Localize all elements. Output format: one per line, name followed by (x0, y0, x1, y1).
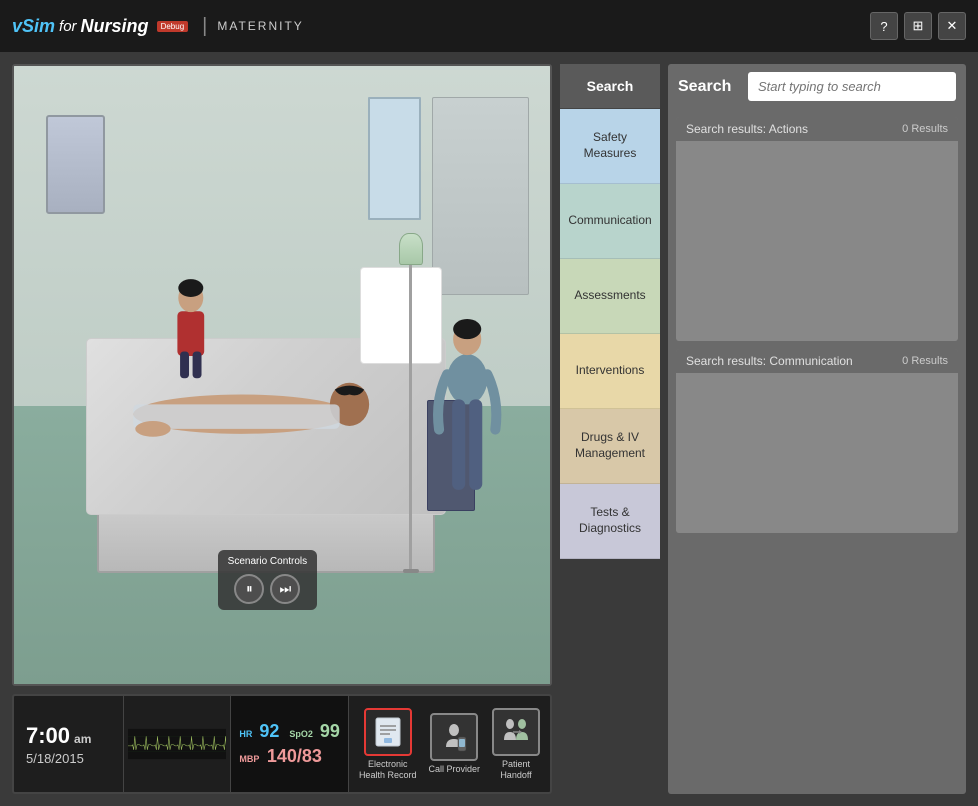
safety-measures-menu-item[interactable]: Safety Measures (560, 109, 660, 184)
nurse-figure (427, 214, 507, 585)
interventions-label: Interventions (576, 363, 645, 379)
call-provider-icon (438, 721, 470, 753)
debug-badge: Debug (157, 21, 189, 32)
datetime-panel: 7:00 am 5/18/2015 (14, 696, 124, 792)
sim-panel: Scenario Controls ⏸ ⏭ 7:00 am 5/18/2015 (12, 64, 552, 794)
fast-forward-button[interactable]: ⏭ (270, 574, 300, 604)
close-button[interactable]: ✕ (938, 12, 966, 40)
patient-handoff-label: PatientHandoff (500, 759, 531, 781)
logo-maternity: MATERNITY (217, 19, 303, 33)
scene-view: Scenario Controls ⏸ ⏭ (12, 64, 552, 686)
mbp-value: 140/83 (267, 746, 322, 766)
iv-bag (399, 233, 423, 265)
patient-handoff-action-item[interactable]: PatientHandoff (488, 704, 544, 785)
hr-value: 92 (259, 721, 279, 742)
iv-pole (400, 233, 421, 573)
title-bar: vSim for Nursing Debug | MATERNITY ? ⊞ ✕ (0, 0, 978, 52)
ehr-icon-box (364, 708, 412, 756)
tests-diagnostics-menu-item[interactable]: Tests & Diagnostics (560, 484, 660, 559)
pause-button[interactable]: ⏸ (234, 574, 264, 604)
communication-results-count: 0 Results (902, 355, 948, 367)
controls-buttons: ⏸ ⏭ (234, 574, 300, 604)
window (368, 97, 422, 221)
app-logo: vSim for Nursing Debug | MATERNITY (12, 15, 304, 38)
communication-results-header: Search results: Communication 0 Results (676, 349, 958, 373)
date-display: 5/18/2015 (26, 751, 111, 766)
ehr-label: ElectronicHealth Record (359, 759, 417, 781)
status-bar: 7:00 am 5/18/2015 (12, 694, 552, 794)
ehr-icon (372, 716, 404, 748)
search-panel-title: Search (678, 78, 738, 96)
right-panel: Search Safety Measures Communication Ass… (560, 64, 966, 794)
drugs-iv-menu-item[interactable]: Drugs & IV Management (560, 409, 660, 484)
search-menu-button[interactable]: Search (560, 64, 660, 109)
logo-divider: | (202, 15, 207, 38)
visitor-figure (164, 221, 218, 437)
mbp-label: MBP (239, 754, 259, 764)
grid-button[interactable]: ⊞ (904, 12, 932, 40)
time-value: 7:00 (26, 723, 70, 749)
tests-diagnostics-label: Tests & Diagnostics (568, 505, 652, 536)
search-header: Search (668, 64, 966, 109)
ampm-value: am (74, 732, 91, 746)
communication-results-body (676, 373, 958, 533)
scene-background: Scenario Controls ⏸ ⏭ (14, 66, 550, 684)
ecg-panel (124, 696, 231, 792)
interventions-menu-item[interactable]: Interventions (560, 334, 660, 409)
scenario-controls: Scenario Controls ⏸ ⏭ (218, 550, 317, 610)
actions-results-section: Search results: Actions 0 Results (676, 117, 958, 341)
call-provider-icon-box (430, 713, 478, 761)
monitor (46, 115, 105, 214)
spo2-value: 99 (320, 721, 340, 742)
patient-handoff-icon-box (492, 708, 540, 756)
search-input[interactable] (748, 72, 956, 101)
main-content: Scenario Controls ⏸ ⏭ 7:00 am 5/18/2015 (0, 52, 978, 806)
call-provider-action-item[interactable]: Call Provider (424, 709, 484, 779)
assessments-menu-item[interactable]: Assessments (560, 259, 660, 334)
actions-results-body (676, 141, 958, 341)
actions-results-count: 0 Results (902, 123, 948, 135)
spo2-label: SpO2 (289, 729, 313, 739)
menu-panel: Search Safety Measures Communication Ass… (560, 64, 660, 794)
hr-spo2-row: HR 92 SpO2 99 (239, 721, 340, 742)
logo-nursing: Nursing (81, 16, 149, 37)
search-results: Search results: Actions 0 Results Search… (668, 109, 966, 794)
action-buttons-group: ElectronicHealth Record C (349, 696, 550, 792)
time-display: 7:00 am (26, 723, 111, 749)
ehr-action-item[interactable]: ElectronicHealth Record (355, 704, 421, 785)
assessments-label: Assessments (574, 288, 645, 304)
actions-results-label: Search results: Actions (686, 122, 808, 136)
vitals-panel: HR 92 SpO2 99 MBP 140/83 (231, 696, 349, 792)
mbp-row: MBP 140/83 (239, 746, 340, 767)
hr-label: HR (239, 729, 252, 739)
communication-results-section: Search results: Communication 0 Results (676, 349, 958, 533)
scenario-controls-label: Scenario Controls (228, 556, 307, 567)
drugs-iv-label: Drugs & IV Management (568, 430, 652, 461)
actions-results-header: Search results: Actions 0 Results (676, 117, 958, 141)
logo-for: for (59, 18, 77, 35)
help-button[interactable]: ? (870, 12, 898, 40)
title-controls: ? ⊞ ✕ (870, 12, 966, 40)
communication-label: Communication (568, 213, 651, 229)
communication-menu-item[interactable]: Communication (560, 184, 660, 259)
patient-handoff-icon (500, 716, 532, 748)
ecg-waveform (128, 709, 226, 779)
search-panel: Search Search results: Actions 0 Results (668, 64, 966, 794)
safety-measures-label: Safety Measures (568, 130, 652, 161)
iv-base (403, 569, 419, 573)
search-input-container (748, 72, 956, 101)
call-provider-label: Call Provider (428, 764, 480, 775)
patient-figure (94, 332, 389, 487)
communication-results-label: Search results: Communication (686, 354, 853, 368)
iv-pole-bar (409, 265, 412, 569)
logo-vsim: vSim (12, 16, 55, 37)
